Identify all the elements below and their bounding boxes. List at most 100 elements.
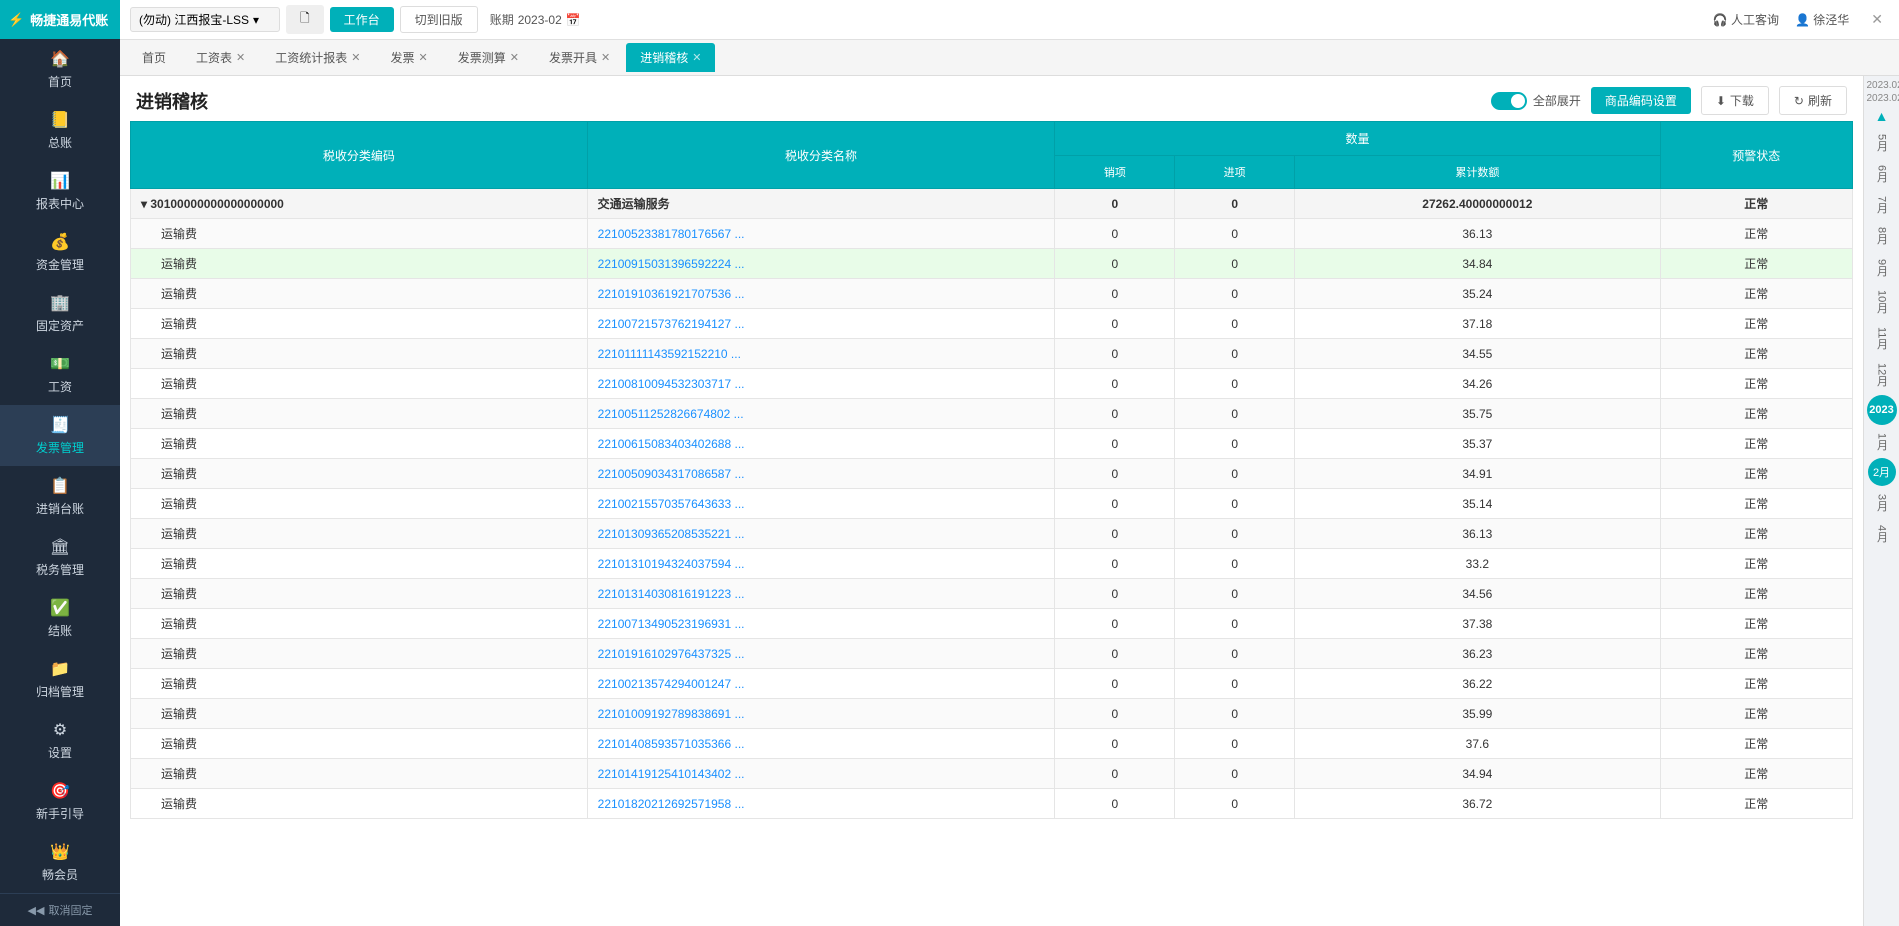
- unpin-button[interactable]: ◀◀ 取消固定: [0, 893, 120, 926]
- cell-name: 运输费: [131, 699, 588, 729]
- table-row[interactable]: 运输费 22100523381780176567 ... 0 0 36.13 正…: [131, 219, 1853, 249]
- toggle-switch[interactable]: [1491, 92, 1527, 110]
- cell-status: 正常: [1660, 669, 1852, 699]
- sidebar-item-salary[interactable]: 💵 工资: [0, 344, 120, 405]
- tab-invoice-calc[interactable]: 发票测算 ✕: [444, 43, 533, 72]
- table-row[interactable]: 运输费 22100511252826674802 ... 0 0 35.75 正…: [131, 399, 1853, 429]
- sidebar-item-settings[interactable]: ⚙ 设置: [0, 710, 120, 771]
- cell-status: 正常: [1660, 339, 1852, 369]
- table-row[interactable]: 运输费 22100810094532303717 ... 0 0 34.26 正…: [131, 369, 1853, 399]
- sidebar-label-salary: 工资: [48, 378, 72, 395]
- month-10[interactable]: 10月: [1872, 284, 1892, 319]
- table-row[interactable]: 运输费 22101009192789838691 ... 0 0 35.99 正…: [131, 699, 1853, 729]
- cell-code: ▾ 30100000000000000000: [131, 189, 588, 219]
- month-7[interactable]: 7月: [1872, 190, 1892, 219]
- month-3[interactable]: 3月: [1872, 488, 1892, 517]
- cell-purchase: 0: [1175, 369, 1295, 399]
- table-row[interactable]: 运输费 22100213574294001247 ... 0 0 36.22 正…: [131, 669, 1853, 699]
- tab-reconcile[interactable]: 进销稽核 ✕: [626, 43, 715, 72]
- tab-invoice[interactable]: 发票 ✕: [376, 43, 441, 72]
- close-button[interactable]: ✕: [1865, 11, 1889, 28]
- download-button[interactable]: ⬇ 下载: [1701, 86, 1769, 115]
- table-row[interactable]: 运输费 22100615083403402688 ... 0 0 35.37 正…: [131, 429, 1853, 459]
- month-4[interactable]: 4月: [1872, 519, 1892, 548]
- table-row[interactable]: 运输费 22100509034317086587 ... 0 0 34.91 正…: [131, 459, 1853, 489]
- table-row[interactable]: 运输费 22101820212692571958 ... 0 0 36.72 正…: [131, 789, 1853, 819]
- sidebar-item-invoice[interactable]: 🧾 发票管理: [0, 405, 120, 466]
- support-button[interactable]: 🎧 人工客询: [1713, 11, 1779, 28]
- tab-invoice-close[interactable]: ✕: [419, 51, 428, 64]
- table-row[interactable]: 运输费 22101111143592152210 ... 0 0 34.55 正…: [131, 339, 1853, 369]
- month-5[interactable]: 5月: [1872, 128, 1892, 157]
- cell-sale: 0: [1055, 279, 1175, 309]
- table-row[interactable]: 运输费 22100215570357643633 ... 0 0 35.14 正…: [131, 489, 1853, 519]
- table-row[interactable]: ▾ 30100000000000000000 交通运输服务 0 0 27262.…: [131, 189, 1853, 219]
- refresh-button[interactable]: ↻ 刷新: [1779, 86, 1847, 115]
- table-row[interactable]: 运输费 22101408593571035366 ... 0 0 37.6 正常: [131, 729, 1853, 759]
- tab-invoice-issue[interactable]: 发票开具 ✕: [535, 43, 624, 72]
- sidebar-item-inout[interactable]: 📋 进销台账: [0, 466, 120, 527]
- table-row[interactable]: 运输费 22101916102976437325 ... 0 0 36.23 正…: [131, 639, 1853, 669]
- sidebar-label-settings: 设置: [48, 744, 72, 761]
- table-row[interactable]: 运输费 22101309365208535221 ... 0 0 36.13 正…: [131, 519, 1853, 549]
- cell-name: 运输费: [131, 669, 588, 699]
- cell-purchase: 0: [1175, 189, 1295, 219]
- month-9[interactable]: 9月: [1872, 253, 1892, 282]
- cell-cumulative: 34.56: [1295, 579, 1660, 609]
- cell-purchase: 0: [1175, 309, 1295, 339]
- tab-payroll-close[interactable]: ✕: [236, 51, 245, 64]
- chevron-down-icon: ▾: [253, 13, 259, 27]
- table-row[interactable]: 运输费 22101419125410143402 ... 0 0 34.94 正…: [131, 759, 1853, 789]
- cell-sale: 0: [1055, 429, 1175, 459]
- tab-payroll-report[interactable]: 工资统计报表 ✕: [261, 43, 374, 72]
- switch-button[interactable]: 切到旧版: [400, 6, 478, 33]
- table-row[interactable]: 运输费 22100713490523196931 ... 0 0 37.38 正…: [131, 609, 1853, 639]
- cell-invoice: 22101408593571035366 ...: [587, 729, 1055, 759]
- tab-reconcile-close[interactable]: ✕: [692, 51, 701, 64]
- sidebar-item-tax[interactable]: 🏛 税务管理: [0, 527, 120, 588]
- cell-name: 运输费: [131, 579, 588, 609]
- month-11[interactable]: 11月: [1872, 321, 1892, 355]
- table-row[interactable]: 运输费 22100721573762194127 ... 0 0 37.18 正…: [131, 309, 1853, 339]
- cell-name: 运输费: [131, 339, 588, 369]
- month-2-active[interactable]: 2月: [1868, 458, 1896, 486]
- sidebar-item-reports[interactable]: 📊 报表中心: [0, 161, 120, 222]
- sidebar-item-funds[interactable]: 💰 资金管理: [0, 222, 120, 283]
- sidebar-label-assets: 固定资产: [36, 317, 84, 334]
- sidebar-item-guide[interactable]: 🎯 新手引导: [0, 771, 120, 832]
- tab-invoice-issue-close[interactable]: ✕: [601, 51, 610, 64]
- tab-payroll-report-close[interactable]: ✕: [351, 51, 360, 64]
- sidebar-item-close[interactable]: ✅ 结账: [0, 588, 120, 649]
- tab-payroll[interactable]: 工资表 ✕: [182, 43, 259, 72]
- sidebar-item-assets[interactable]: 🏢 固定资产: [0, 283, 120, 344]
- table-row[interactable]: 运输费 22100915031396592224 ... 0 0 34.84 正…: [131, 249, 1853, 279]
- member-icon: 👑: [50, 842, 70, 862]
- tab-invoice-calc-close[interactable]: ✕: [510, 51, 519, 64]
- settings-button[interactable]: 商品编码设置: [1591, 87, 1691, 114]
- copy-button[interactable]: 🗋: [286, 5, 324, 34]
- sidebar-item-home[interactable]: 🏠 首页: [0, 39, 120, 100]
- sidebar-label-reports: 报表中心: [36, 195, 84, 212]
- year-marker[interactable]: 2023: [1867, 395, 1897, 425]
- table-row[interactable]: 运输费 22101910361921707536 ... 0 0 35.24 正…: [131, 279, 1853, 309]
- cell-purchase: 0: [1175, 339, 1295, 369]
- workbench-button[interactable]: 工作台: [330, 7, 394, 32]
- cell-sale: 0: [1055, 189, 1175, 219]
- month-8[interactable]: 8月: [1872, 221, 1892, 250]
- tab-home[interactable]: 首页: [128, 43, 180, 72]
- scroll-up-button[interactable]: ▲: [1873, 106, 1891, 126]
- sidebar-item-member[interactable]: 👑 畅会员: [0, 832, 120, 893]
- sidebar-item-archive[interactable]: 📁 归档管理: [0, 649, 120, 710]
- period-label: 账期: [490, 11, 514, 28]
- month-6[interactable]: 6月: [1872, 159, 1892, 188]
- month-12[interactable]: 12月: [1872, 357, 1892, 392]
- table-row[interactable]: 运输费 22101314030816191223 ... 0 0 34.56 正…: [131, 579, 1853, 609]
- ledger-icon: 📒: [50, 110, 70, 130]
- company-selector[interactable]: (勿动) 江西报宝-LSS ▾: [130, 7, 280, 32]
- funds-icon: 💰: [50, 232, 70, 252]
- table-row[interactable]: 运输费 22101310194324037594 ... 0 0 33.2 正常: [131, 549, 1853, 579]
- expand-all-toggle[interactable]: 全部展开: [1491, 92, 1581, 110]
- cell-status: 正常: [1660, 189, 1852, 219]
- sidebar-item-ledger[interactable]: 📒 总账: [0, 100, 120, 161]
- month-1[interactable]: 1月: [1872, 427, 1892, 456]
